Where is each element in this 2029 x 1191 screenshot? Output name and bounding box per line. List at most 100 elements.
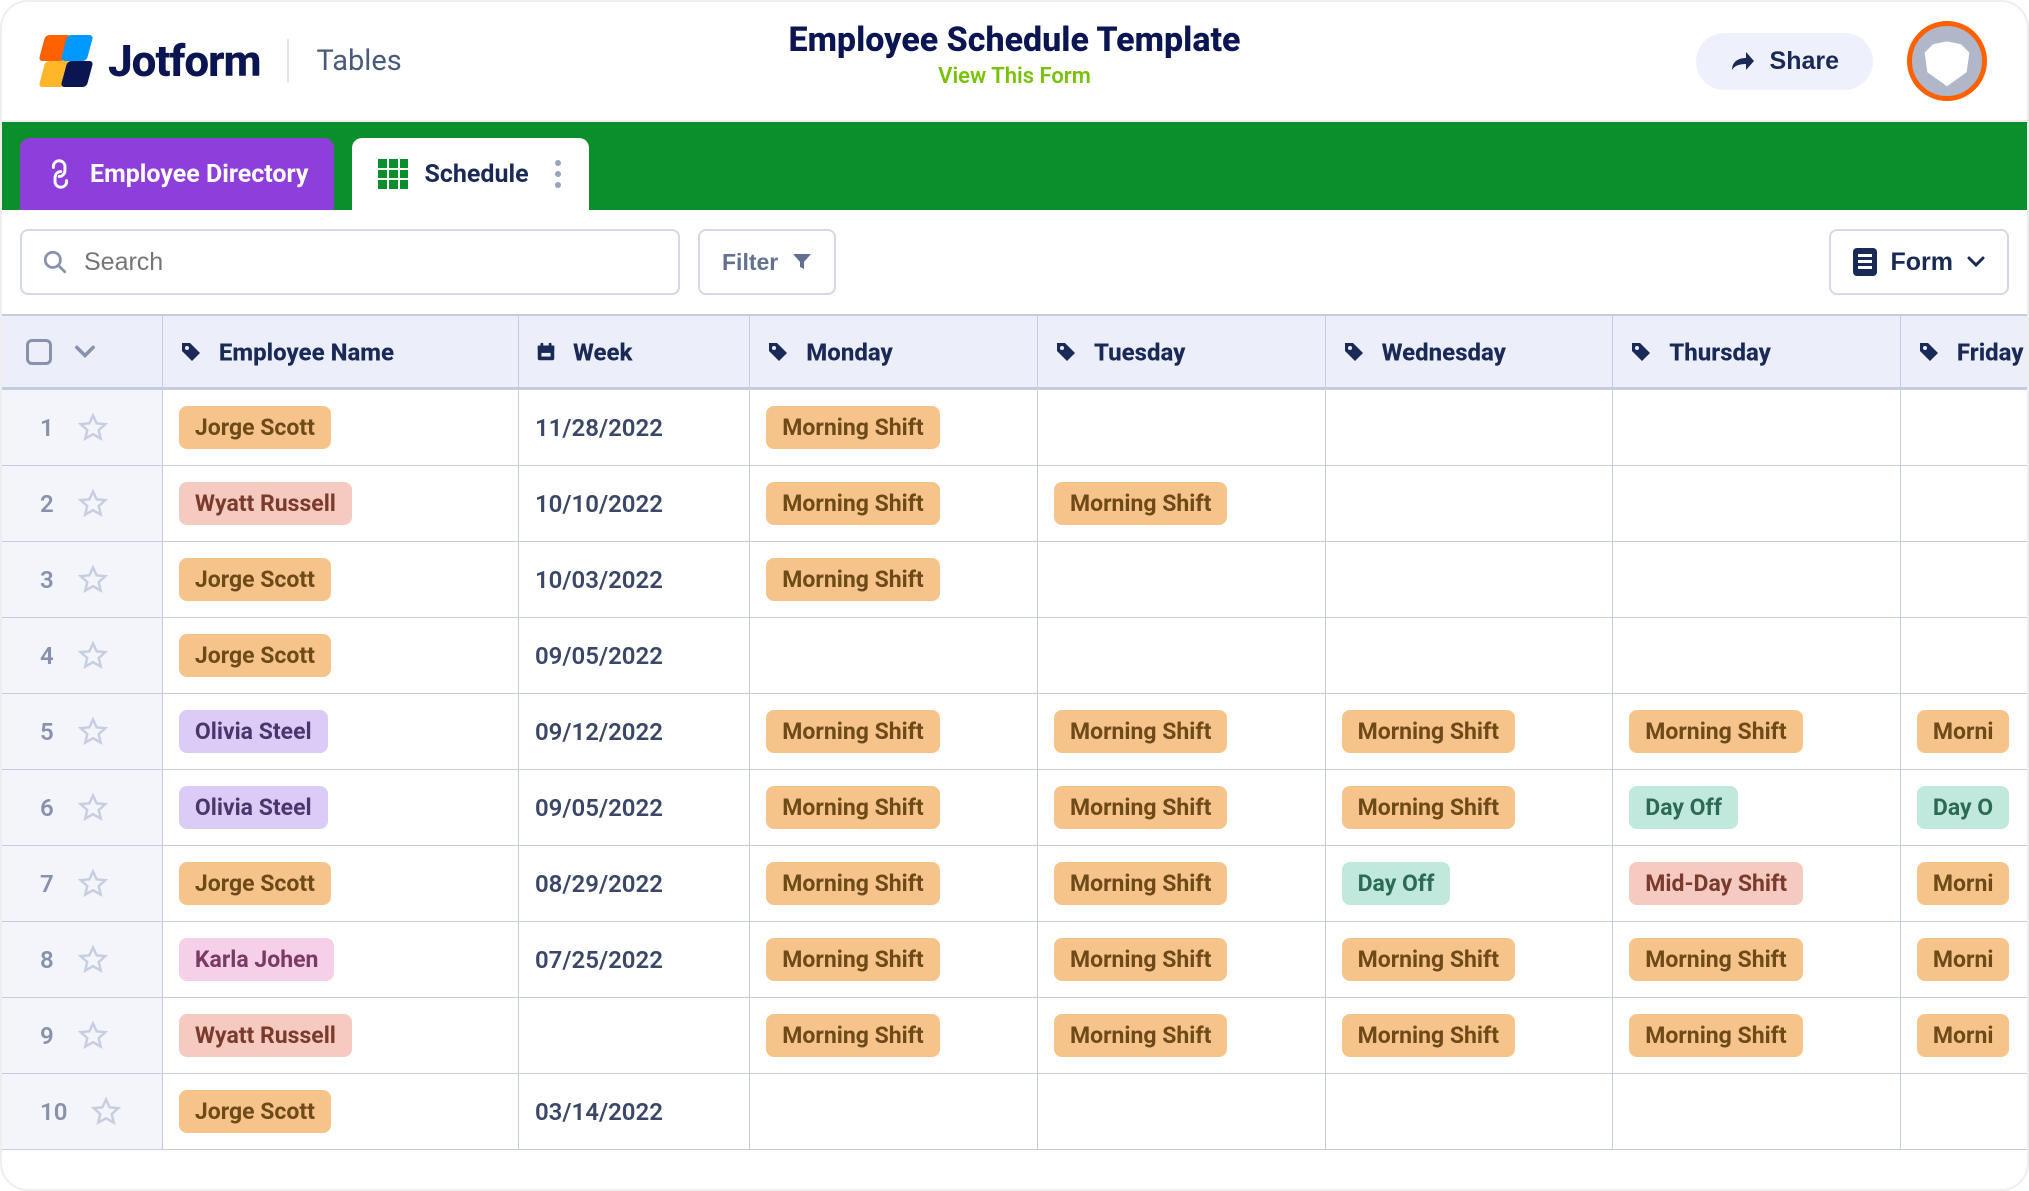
star-icon[interactable] <box>78 945 108 975</box>
chip[interactable]: Morning Shift <box>766 558 939 601</box>
chip[interactable]: Morning Shift <box>766 786 939 829</box>
friday-cell[interactable] <box>1901 618 2027 694</box>
wednesday-cell[interactable]: Day Off <box>1326 846 1614 922</box>
chevron-down-icon[interactable] <box>74 345 96 359</box>
thursday-cell[interactable]: Mid-Day Shift <box>1613 846 1901 922</box>
section-label[interactable]: Tables <box>317 44 402 78</box>
friday-cell[interactable] <box>1901 1074 2027 1150</box>
friday-cell[interactable]: Morni <box>1901 922 2027 998</box>
chip[interactable]: Morning Shift <box>1054 862 1227 905</box>
chip[interactable]: Morning Shift <box>1342 1014 1515 1057</box>
thursday-cell[interactable] <box>1613 466 1901 542</box>
tab-schedule[interactable]: Schedule <box>352 138 588 210</box>
header-wednesday[interactable]: Wednesday <box>1326 314 1614 390</box>
wednesday-cell[interactable]: Morning Shift <box>1326 770 1614 846</box>
table-row[interactable]: 10Jorge Scott03/14/2022 <box>2 1074 2027 1150</box>
week-cell[interactable]: 11/28/2022 <box>519 390 750 466</box>
tuesday-cell[interactable]: Morning Shift <box>1038 466 1326 542</box>
friday-cell[interactable] <box>1901 390 2027 466</box>
week-cell[interactable]: 09/05/2022 <box>519 618 750 694</box>
tuesday-cell[interactable] <box>1038 542 1326 618</box>
week-cell[interactable]: 09/05/2022 <box>519 770 750 846</box>
thursday-cell[interactable] <box>1613 1074 1901 1150</box>
table-row[interactable]: 1Jorge Scott11/28/2022Morning Shift <box>2 390 2027 466</box>
star-icon[interactable] <box>78 717 108 747</box>
header-tuesday[interactable]: Tuesday <box>1038 314 1326 390</box>
chip[interactable]: Morning Shift <box>1342 938 1515 981</box>
chip[interactable]: Olivia Steel <box>179 710 328 753</box>
monday-cell[interactable]: Morning Shift <box>750 694 1038 770</box>
week-cell[interactable]: 08/29/2022 <box>519 846 750 922</box>
avatar[interactable] <box>1907 21 1987 101</box>
monday-cell[interactable]: Morning Shift <box>750 770 1038 846</box>
week-cell[interactable] <box>519 998 750 1074</box>
friday-cell[interactable]: Day O <box>1901 770 2027 846</box>
thursday-cell[interactable] <box>1613 542 1901 618</box>
chip[interactable]: Morning Shift <box>766 710 939 753</box>
chip[interactable]: Morning Shift <box>1629 938 1802 981</box>
search-box[interactable] <box>20 229 680 295</box>
monday-cell[interactable]: Morning Shift <box>750 998 1038 1074</box>
star-icon[interactable] <box>78 489 108 519</box>
friday-cell[interactable] <box>1901 542 2027 618</box>
tab-more-icon[interactable] <box>555 160 563 188</box>
chip[interactable]: Jorge Scott <box>179 1090 331 1133</box>
monday-cell[interactable]: Morning Shift <box>750 390 1038 466</box>
employee-cell[interactable]: Olivia Steel <box>163 770 519 846</box>
chip[interactable]: Wyatt Russell <box>179 1014 352 1057</box>
chip[interactable]: Day O <box>1917 786 2009 829</box>
week-cell[interactable]: 09/12/2022 <box>519 694 750 770</box>
filter-button[interactable]: Filter <box>698 229 836 295</box>
chip[interactable]: Jorge Scott <box>179 406 331 449</box>
select-all-checkbox[interactable] <box>26 339 52 365</box>
view-form-link[interactable]: View This Form <box>788 64 1240 89</box>
search-input[interactable] <box>82 247 658 278</box>
monday-cell[interactable]: Morning Shift <box>750 542 1038 618</box>
star-icon[interactable] <box>78 869 108 899</box>
wednesday-cell[interactable] <box>1326 618 1614 694</box>
week-cell[interactable]: 10/10/2022 <box>519 466 750 542</box>
chip[interactable]: Morning Shift <box>1054 1014 1227 1057</box>
thursday-cell[interactable]: Morning Shift <box>1613 694 1901 770</box>
monday-cell[interactable]: Morning Shift <box>750 466 1038 542</box>
thursday-cell[interactable]: Day Off <box>1613 770 1901 846</box>
star-icon[interactable] <box>78 565 108 595</box>
tuesday-cell[interactable]: Morning Shift <box>1038 846 1326 922</box>
chip[interactable]: Morning Shift <box>1054 938 1227 981</box>
table-row[interactable]: 2Wyatt Russell10/10/2022Morning ShiftMor… <box>2 466 2027 542</box>
wednesday-cell[interactable] <box>1326 390 1614 466</box>
employee-cell[interactable]: Jorge Scott <box>163 846 519 922</box>
chip[interactable]: Morning Shift <box>766 938 939 981</box>
star-icon[interactable] <box>78 641 108 671</box>
employee-cell[interactable]: Jorge Scott <box>163 390 519 466</box>
chip[interactable]: Morning Shift <box>766 482 939 525</box>
star-icon[interactable] <box>78 413 108 443</box>
header-week[interactable]: Week <box>519 314 750 390</box>
wednesday-cell[interactable] <box>1326 542 1614 618</box>
tab-employee-directory[interactable]: Employee Directory <box>20 138 334 210</box>
header-thursday[interactable]: Thursday <box>1613 314 1901 390</box>
wednesday-cell[interactable]: Morning Shift <box>1326 922 1614 998</box>
thursday-cell[interactable] <box>1613 390 1901 466</box>
monday-cell[interactable] <box>750 618 1038 694</box>
chip[interactable]: Morni <box>1917 710 2010 753</box>
thursday-cell[interactable]: Morning Shift <box>1613 998 1901 1074</box>
employee-cell[interactable]: Jorge Scott <box>163 542 519 618</box>
table-row[interactable]: 5Olivia Steel09/12/2022Morning ShiftMorn… <box>2 694 2027 770</box>
chip[interactable]: Jorge Scott <box>179 862 331 905</box>
friday-cell[interactable]: Morni <box>1901 846 2027 922</box>
tuesday-cell[interactable]: Morning Shift <box>1038 922 1326 998</box>
week-cell[interactable]: 03/14/2022 <box>519 1074 750 1150</box>
friday-cell[interactable]: Morni <box>1901 998 2027 1074</box>
thursday-cell[interactable] <box>1613 618 1901 694</box>
wednesday-cell[interactable] <box>1326 1074 1614 1150</box>
star-icon[interactable] <box>78 1021 108 1051</box>
wednesday-cell[interactable]: Morning Shift <box>1326 998 1614 1074</box>
star-icon[interactable] <box>78 793 108 823</box>
employee-cell[interactable]: Olivia Steel <box>163 694 519 770</box>
form-view-button[interactable]: Form <box>1829 229 2010 295</box>
week-cell[interactable]: 10/03/2022 <box>519 542 750 618</box>
monday-cell[interactable] <box>750 1074 1038 1150</box>
share-button[interactable]: Share <box>1696 33 1873 90</box>
employee-cell[interactable]: Karla Johen <box>163 922 519 998</box>
